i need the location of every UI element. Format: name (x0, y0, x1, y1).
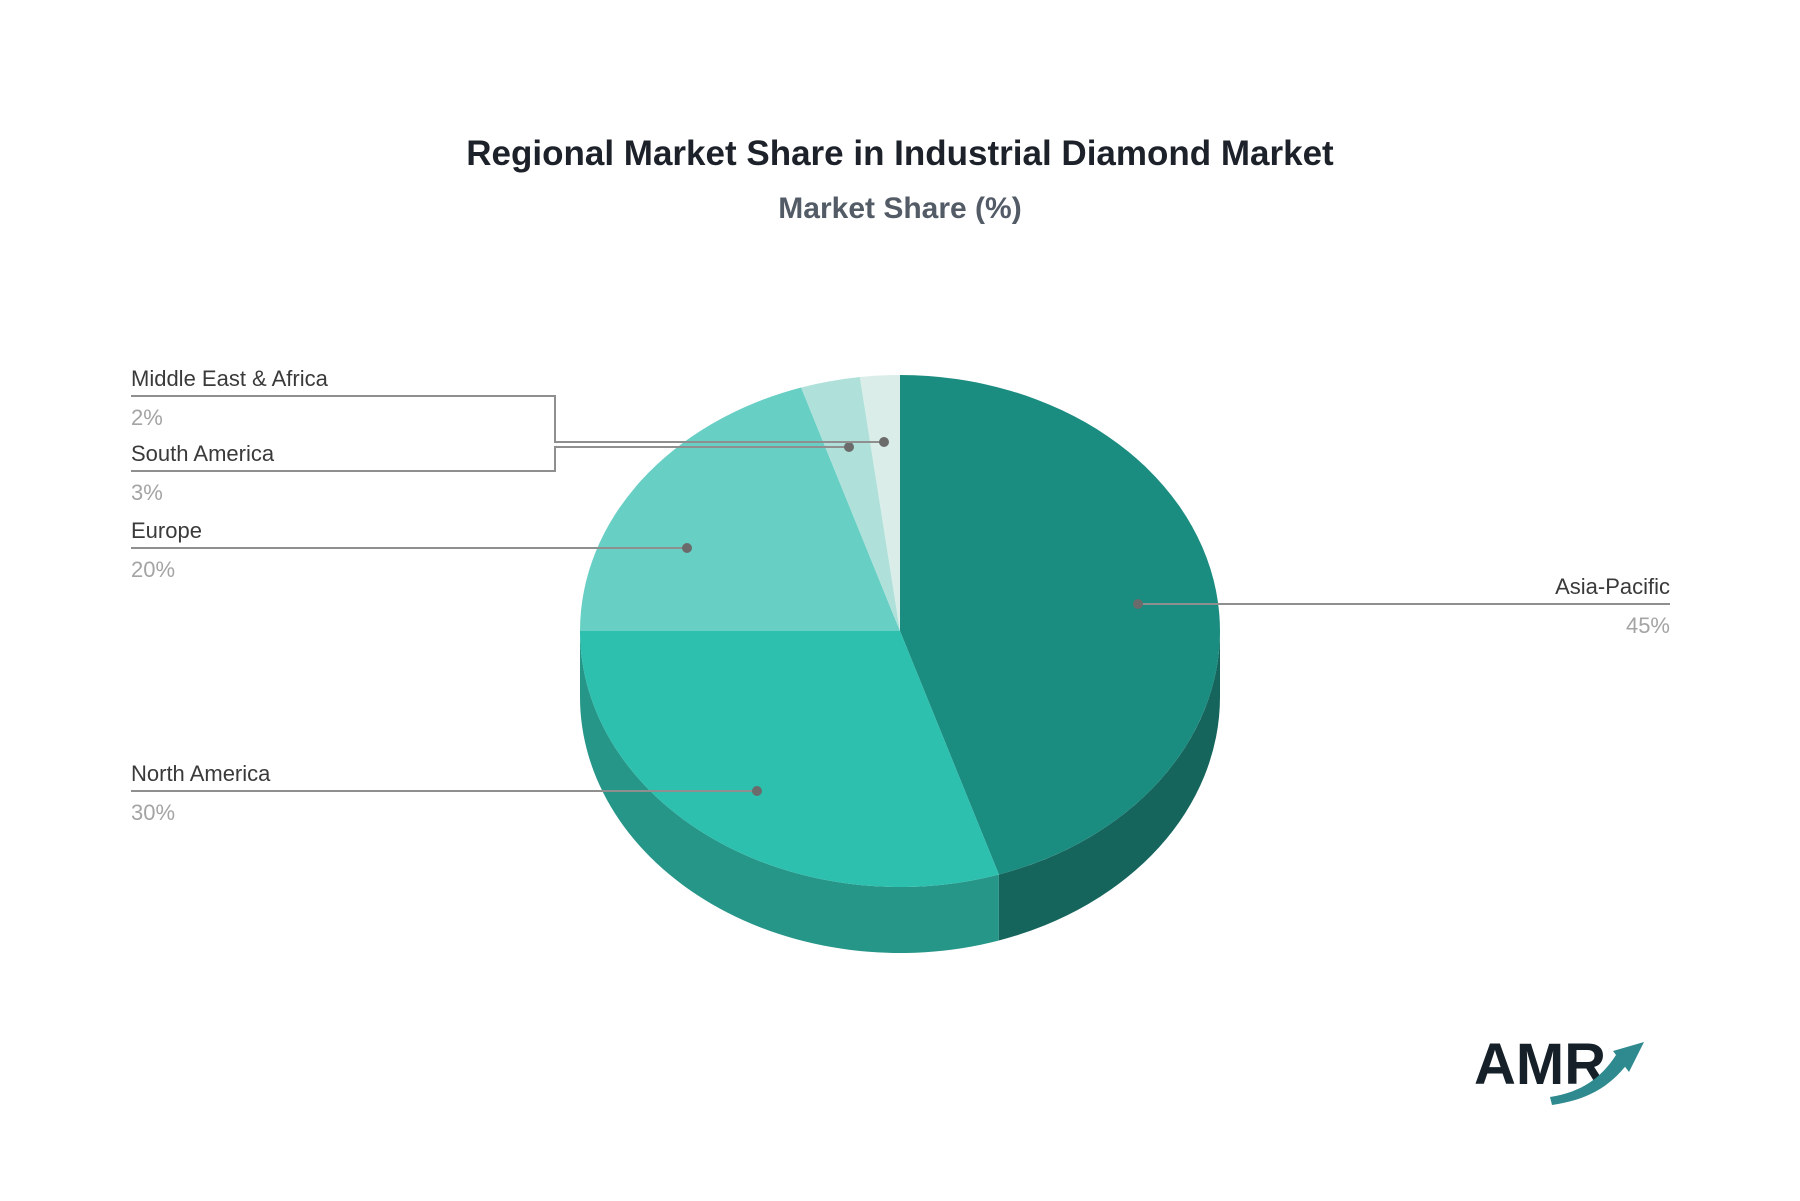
brand-logo: AMR (1440, 1008, 1680, 1128)
brand-logo-canvas: AMR (1474, 1032, 1644, 1105)
slice-label-middle-east-africa: Middle East & Africa (131, 366, 329, 391)
slice-label-asia-pacific: Asia-Pacific (1555, 574, 1670, 599)
slice-value-middle-east-africa: 2% (131, 405, 163, 430)
slice-value-south-america: 3% (131, 480, 163, 505)
slice-label-europe: Europe (131, 518, 202, 543)
slice-label-north-america: North America (131, 761, 271, 786)
leader-dot-north-america (752, 786, 762, 796)
slice-value-europe: 20% (131, 557, 175, 582)
leader-dot-middle-east-africa (879, 437, 889, 447)
leader-dot-europe (682, 543, 692, 553)
leader-dot-south-america (844, 442, 854, 452)
chart-title: Regional Market Share in Industrial Diam… (466, 134, 1334, 173)
slice-value-asia-pacific: 45% (1626, 613, 1670, 638)
slice-label-south-america: South America (131, 441, 275, 466)
chart-subtitle: Market Share (%) (778, 192, 1022, 225)
leader-dot-asia-pacific (1133, 599, 1143, 609)
slice-value-north-america: 30% (131, 800, 175, 825)
page: { "chart": { "title": "Regional Market S… (0, 0, 1800, 1196)
